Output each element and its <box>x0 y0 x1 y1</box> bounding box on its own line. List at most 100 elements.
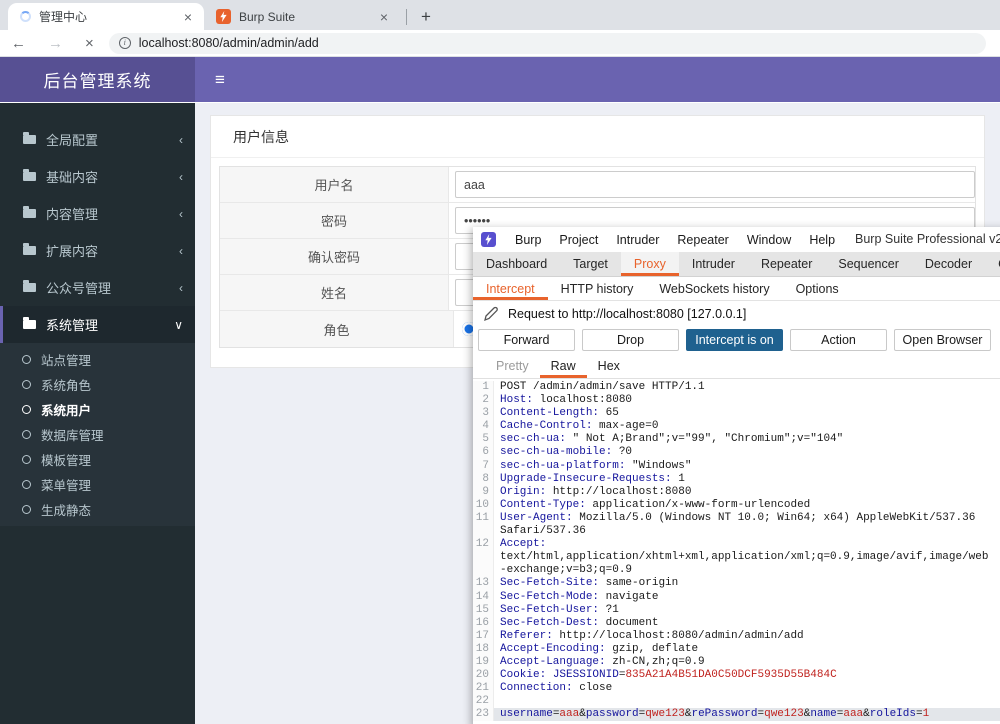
request-line[interactable]: 21 Connection: close <box>473 682 1000 696</box>
request-line[interactable]: 5 sec-ch-ua: " Not A;Brand";v="99", "Chro… <box>473 433 1000 447</box>
line-number: 3 <box>473 407 494 421</box>
forward-button[interactable]: → <box>37 35 74 52</box>
chevron-left-icon: ‹ <box>179 206 183 221</box>
burp-menu-window[interactable]: Window <box>738 233 800 247</box>
request-line[interactable]: 11 User-Agent: Mozilla/5.0 (Windows NT 10… <box>473 511 1000 526</box>
request-editor[interactable]: 1 POST /admin/admin/save HTTP/1.1 2 Host: l… <box>473 379 1000 722</box>
submenu-item-template-mgmt[interactable]: 模板管理 <box>0 447 195 472</box>
request-line[interactable]: 23 username=aaa&password=qwe123&rePasswor… <box>473 708 1000 722</box>
line-number: 7 <box>473 459 494 473</box>
proxy-tab-websockets-history[interactable]: WebSockets history <box>646 277 782 300</box>
site-info-icon[interactable]: i <box>118 37 131 49</box>
msgview-tab-hex[interactable]: Hex <box>587 353 631 378</box>
sidebar-item-global-config[interactable]: 全局配置 ‹ <box>0 121 195 158</box>
proxy-tab-intercept[interactable]: Intercept <box>473 277 548 300</box>
url-text[interactable]: localhost:8080/admin/admin/add <box>139 36 319 50</box>
omnibox[interactable]: i localhost:8080/admin/admin/add <box>108 32 986 54</box>
request-line[interactable]: 20 Cookie: JSESSIONID=835A21A4B51DA0C50DC… <box>473 669 1000 683</box>
sidebar-menu: 全局配置 ‹ 基础内容 ‹ 内容管理 ‹ 扩展内容 ‹ 公众号管理 ‹ 系统管理 ∨ <box>0 103 195 343</box>
request-line[interactable]: 13 Sec-Fetch-Site: same-origin <box>473 577 1000 591</box>
request-line[interactable]: Safari/537.36 <box>473 525 1000 539</box>
msgview-tab-pretty[interactable]: Pretty <box>485 353 540 378</box>
new-tab-button[interactable]: + <box>413 7 439 27</box>
proxy-tab-http-history[interactable]: HTTP history <box>548 277 647 300</box>
request-line[interactable]: 17 Referer: http://localhost:8080/admin/a… <box>473 629 1000 643</box>
submenu-item-system-user[interactable]: 系统用户 <box>0 397 195 422</box>
hamburger-icon[interactable]: ≡ <box>195 70 225 90</box>
burp-tab-repeater[interactable]: Repeater <box>748 252 825 276</box>
request-line[interactable]: 22 <box>473 695 1000 709</box>
line-text: Host: localhost:8080 <box>500 394 633 407</box>
action-button[interactable]: Action <box>790 329 887 351</box>
request-line[interactable]: 19 Accept-Language: zh-CN,zh;q=0.9 <box>473 655 1000 670</box>
banner-text: Request to http://localhost:8080 [127.0.… <box>508 307 747 321</box>
burp-menu-help[interactable]: Help <box>800 233 844 247</box>
request-line[interactable]: 10 Content-Type: application/x-www-form-u… <box>473 498 1000 512</box>
msgview-tab-raw[interactable]: Raw <box>540 353 587 378</box>
line-number <box>473 525 494 539</box>
browser-tab-admin[interactable]: 管理中心 × <box>8 3 204 30</box>
burp-tab-dashboard[interactable]: Dashboard <box>473 252 560 276</box>
request-line[interactable]: 16 Sec-Fetch-Dest: document <box>473 616 1000 630</box>
request-line[interactable]: 9 Origin: http://localhost:8080 <box>473 485 1000 499</box>
submenu-item-generate-static[interactable]: 生成静态 <box>0 497 195 522</box>
back-button[interactable]: ← <box>0 35 37 52</box>
request-line[interactable]: 15 Sec-Fetch-User: ?1 <box>473 603 1000 617</box>
line-number: 20 <box>473 669 494 683</box>
username-input[interactable] <box>455 171 975 198</box>
burp-menu-project[interactable]: Project <box>550 233 607 247</box>
line-text: Cookie: JSESSIONID=835A21A4B51DA0C50DCF5… <box>500 669 837 682</box>
request-line[interactable]: 18 Accept-Encoding: gzip, deflate <box>473 642 1000 656</box>
line-text: Upgrade-Insecure-Requests: 1 <box>500 472 685 485</box>
submenu-item-database-mgmt[interactable]: 数据库管理 <box>0 422 195 447</box>
sidebar-item-extended-content[interactable]: 扩展内容 ‹ <box>0 232 195 269</box>
sidebar-item-wechat-mgmt[interactable]: 公众号管理 ‹ <box>0 269 195 306</box>
submenu-item-site-mgmt[interactable]: 站点管理 <box>0 347 195 372</box>
request-line[interactable]: 2 Host: localhost:8080 <box>473 394 1000 408</box>
request-line[interactable]: 4 Cache-Control: max-age=0 <box>473 420 1000 434</box>
request-line[interactable]: -exchange;v=b3;q=0.9 <box>473 564 1000 578</box>
admin-navbar: ≡ <box>195 57 1000 102</box>
burp-tab-proxy[interactable]: Proxy <box>620 252 679 276</box>
stop-button[interactable]: × <box>74 35 105 52</box>
burp-tab-decoder[interactable]: Decoder <box>912 252 985 276</box>
sidebar-item-system-mgmt[interactable]: 系统管理 ∨ <box>0 306 195 343</box>
circle-icon <box>22 405 31 414</box>
burp-menu-burp[interactable]: Burp <box>506 233 550 247</box>
request-line[interactable]: 1 POST /admin/admin/save HTTP/1.1 <box>473 381 1000 395</box>
request-line[interactable]: 3 Content-Length: 65 <box>473 407 1000 421</box>
request-line[interactable]: 8 Upgrade-Insecure-Requests: 1 <box>473 472 1000 486</box>
line-text: username=aaa&password=qwe123&rePassword=… <box>494 708 1000 722</box>
submenu-item-label: 站点管理 <box>41 354 92 368</box>
burp-menu-intruder[interactable]: Intruder <box>607 233 668 247</box>
sidebar-item-basic-content[interactable]: 基础内容 ‹ <box>0 158 195 195</box>
request-line[interactable]: 14 Sec-Fetch-Mode: navigate <box>473 590 1000 604</box>
forward-button[interactable]: Forward <box>478 329 575 351</box>
line-text: Content-Length: 65 <box>500 407 619 420</box>
open-browser-button[interactable]: Open Browser <box>894 329 991 351</box>
burp-tab-target[interactable]: Target <box>560 252 621 276</box>
drop-button[interactable]: Drop <box>582 329 679 351</box>
sidebar-item-content-mgmt[interactable]: 内容管理 ‹ <box>0 195 195 232</box>
intercept-is-on-button[interactable]: Intercept is on <box>686 329 783 351</box>
circle-icon <box>22 505 31 514</box>
request-line[interactable]: 7 sec-ch-ua-platform: "Windows" <box>473 459 1000 473</box>
request-line[interactable]: text/html,application/xhtml+xml,applicat… <box>473 551 1000 565</box>
burp-tab-sequencer[interactable]: Sequencer <box>825 252 911 276</box>
request-line[interactable]: 12 Accept: <box>473 538 1000 552</box>
line-number: 1 <box>473 381 494 395</box>
intercept-buttons: Forward Drop Intercept is on Action Open Bro… <box>473 327 1000 353</box>
close-tab-icon[interactable]: × <box>376 9 392 25</box>
line-text: Connection: close <box>500 682 613 695</box>
burp-tab-intruder[interactable]: Intruder <box>679 252 748 276</box>
browser-tab-burp[interactable]: Burp Suite × <box>204 3 400 30</box>
burp-tab-comparer[interactable]: Comparer <box>985 252 1000 276</box>
sidebar-item-label: 基础内容 <box>46 170 99 185</box>
proxy-tab-options[interactable]: Options <box>783 277 852 300</box>
line-number: 12 <box>473 538 494 552</box>
request-line[interactable]: 6 sec-ch-ua-mobile: ?0 <box>473 446 1000 460</box>
burp-menu-repeater[interactable]: Repeater <box>668 233 737 247</box>
close-tab-icon[interactable]: × <box>180 9 196 25</box>
submenu-item-menu-mgmt[interactable]: 菜单管理 <box>0 472 195 497</box>
submenu-item-system-role[interactable]: 系统角色 <box>0 372 195 397</box>
